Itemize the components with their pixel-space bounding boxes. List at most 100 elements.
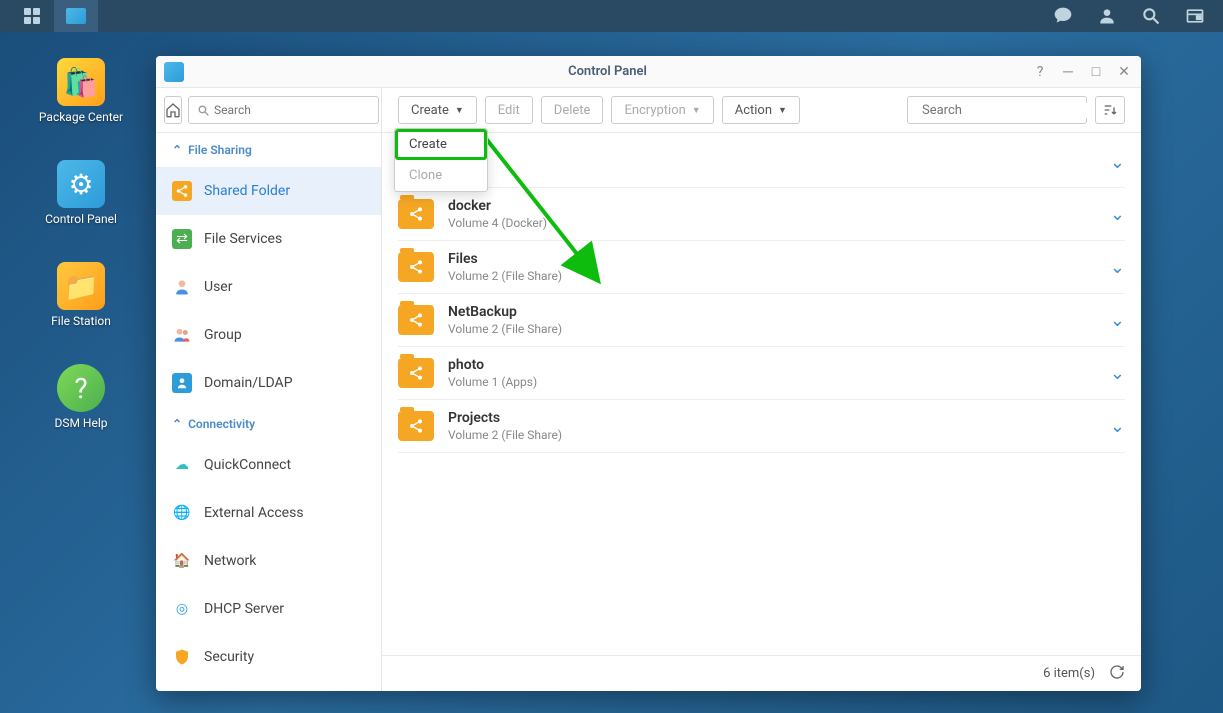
sidebar-item-label: Network: [204, 553, 256, 569]
help-button[interactable]: ?: [1031, 63, 1049, 81]
security-icon: [172, 647, 192, 667]
desktop-label: DSM Help: [36, 416, 126, 432]
sidebar-item-dhcp-server[interactable]: ◎ DHCP Server: [156, 585, 381, 633]
window-app-icon: [164, 62, 184, 82]
folder-icon: [398, 411, 434, 441]
sidebar-section-connectivity[interactable]: ⌃ Connectivity: [156, 407, 381, 441]
sidebar-section-file-sharing[interactable]: ⌃ File Sharing: [156, 133, 381, 167]
folder-row[interactable]: Files Volume 2 (File Share) ⌄: [398, 241, 1125, 294]
home-button[interactable]: [164, 96, 182, 124]
domain-ldap-icon: [172, 373, 192, 393]
help-icon: ?: [57, 364, 105, 412]
sidebar-item-domain-ldap[interactable]: Domain/LDAP: [156, 359, 381, 407]
folder-name: Files: [448, 251, 1110, 267]
chevron-down-icon[interactable]: ⌄: [1110, 257, 1125, 278]
chevron-down-icon[interactable]: ⌄: [1110, 416, 1125, 437]
folder-row[interactable]: share ⌄: [398, 137, 1125, 188]
chevron-down-icon[interactable]: ⌄: [1110, 152, 1125, 173]
sidebar-item-security[interactable]: Security: [156, 633, 381, 681]
sidebar-item-quickconnect[interactable]: ☁ QuickConnect: [156, 441, 381, 489]
folder-row[interactable]: Projects Volume 2 (File Share) ⌄: [398, 400, 1125, 453]
chevron-down-icon[interactable]: ⌄: [1110, 310, 1125, 331]
sort-button[interactable]: [1095, 96, 1125, 124]
desktop-icon-file-station[interactable]: 📁 File Station: [36, 262, 126, 330]
user-icon: [172, 277, 192, 297]
sidebar-item-network[interactable]: 🏠 Network: [156, 537, 381, 585]
folder-row[interactable]: NetBackup Volume 2 (File Share) ⌄: [398, 294, 1125, 347]
dropdown-create[interactable]: Create: [395, 129, 487, 160]
folder-icon: [398, 358, 434, 388]
desktop-label: Package Center: [36, 110, 126, 126]
sidebar-item-file-services[interactable]: ⇄ File Services: [156, 215, 381, 263]
window-titlebar[interactable]: Control Panel ? ─ □ ✕: [156, 56, 1141, 88]
close-button[interactable]: ✕: [1115, 63, 1133, 81]
sidebar-search-input[interactable]: [214, 103, 370, 117]
shared-folder-icon: [172, 181, 192, 201]
sidebar-item-shared-folder[interactable]: Shared Folder: [156, 167, 381, 215]
group-icon: [172, 325, 192, 345]
chat-icon[interactable]: [1045, 0, 1081, 32]
maximize-button[interactable]: □: [1087, 63, 1105, 81]
folder-name: NetBackup: [448, 304, 1110, 320]
file-services-icon: ⇄: [172, 229, 192, 249]
folder-icon: [398, 305, 434, 335]
folder-list: share ⌄ docker Volume 4 (Docker) ⌄ Files: [382, 133, 1141, 655]
folder-icon: [398, 199, 434, 229]
dhcp-server-icon: ◎: [172, 599, 192, 619]
encryption-button[interactable]: Encryption▼: [611, 96, 713, 124]
sidebar-item-label: User: [204, 279, 232, 295]
folder-name: photo: [448, 357, 1110, 373]
taskbar: [0, 0, 1223, 32]
sidebar-item-group[interactable]: Group: [156, 311, 381, 359]
sidebar-search[interactable]: [188, 96, 379, 124]
apps-menu-button[interactable]: [10, 0, 54, 32]
create-button[interactable]: Create▼: [398, 96, 477, 124]
window-title: Control Panel: [184, 64, 1031, 79]
folder-name: Projects: [448, 410, 1110, 426]
sidebar-item-label: Security: [204, 649, 254, 665]
desktop-label: Control Panel: [36, 212, 126, 228]
network-icon: 🏠: [172, 551, 192, 571]
sidebar-item-label: Domain/LDAP: [204, 375, 293, 391]
chevron-up-icon: ⌃: [172, 417, 182, 431]
desktop-icon-dsm-help[interactable]: ? DSM Help: [36, 364, 126, 432]
edit-button[interactable]: Edit: [485, 96, 533, 124]
sidebar-item-label: File Services: [204, 231, 282, 247]
folder-sub: Volume 2 (File Share): [448, 428, 1110, 442]
control-panel-icon: ⚙: [57, 160, 105, 208]
package-icon: 🛍️: [57, 58, 105, 106]
dropdown-clone[interactable]: Clone: [395, 160, 487, 191]
chevron-down-icon[interactable]: ⌄: [1110, 204, 1125, 225]
folder-sub: Volume 4 (Docker): [448, 216, 1110, 230]
desktop-icon-package-center[interactable]: 🛍️ Package Center: [36, 58, 126, 126]
statusbar: 6 item(s): [382, 655, 1141, 691]
delete-button[interactable]: Delete: [541, 96, 604, 124]
folder-row[interactable]: photo Volume 1 (Apps) ⌄: [398, 347, 1125, 400]
chevron-down-icon[interactable]: ⌄: [1110, 363, 1125, 384]
external-access-icon: 🌐: [172, 503, 192, 523]
taskbar-app-control-panel[interactable]: [54, 0, 98, 32]
folder-icon: [398, 252, 434, 282]
toolbar-search[interactable]: [907, 96, 1087, 124]
quickconnect-icon: ☁: [172, 455, 192, 475]
sidebar-item-external-access[interactable]: 🌐 External Access: [156, 489, 381, 537]
main-content: Create▼ Edit Delete Encryption▼ Action▼ …: [382, 88, 1141, 691]
desktop-icon-control-panel[interactable]: ⚙ Control Panel: [36, 160, 126, 228]
sidebar-item-user[interactable]: User: [156, 263, 381, 311]
create-dropdown: Create Clone: [394, 128, 488, 192]
sidebar-item-label: DHCP Server: [204, 601, 284, 617]
control-panel-window: Control Panel ? ─ □ ✕ ⌃ File Sharing: [156, 56, 1141, 691]
refresh-button[interactable]: [1109, 664, 1125, 684]
chevron-up-icon: ⌃: [172, 143, 182, 157]
folder-sub: Volume 2 (File Share): [448, 269, 1110, 283]
item-count: 6 item(s): [1043, 666, 1095, 681]
minimize-button[interactable]: ─: [1059, 63, 1077, 81]
file-station-icon: 📁: [57, 262, 105, 310]
widgets-icon[interactable]: [1177, 0, 1213, 32]
toolbar-search-input[interactable]: [922, 103, 1088, 118]
folder-row[interactable]: docker Volume 4 (Docker) ⌄: [398, 188, 1125, 241]
user-icon[interactable]: [1089, 0, 1125, 32]
action-button[interactable]: Action▼: [722, 96, 800, 124]
folder-name: docker: [448, 198, 1110, 214]
search-icon[interactable]: [1133, 0, 1169, 32]
